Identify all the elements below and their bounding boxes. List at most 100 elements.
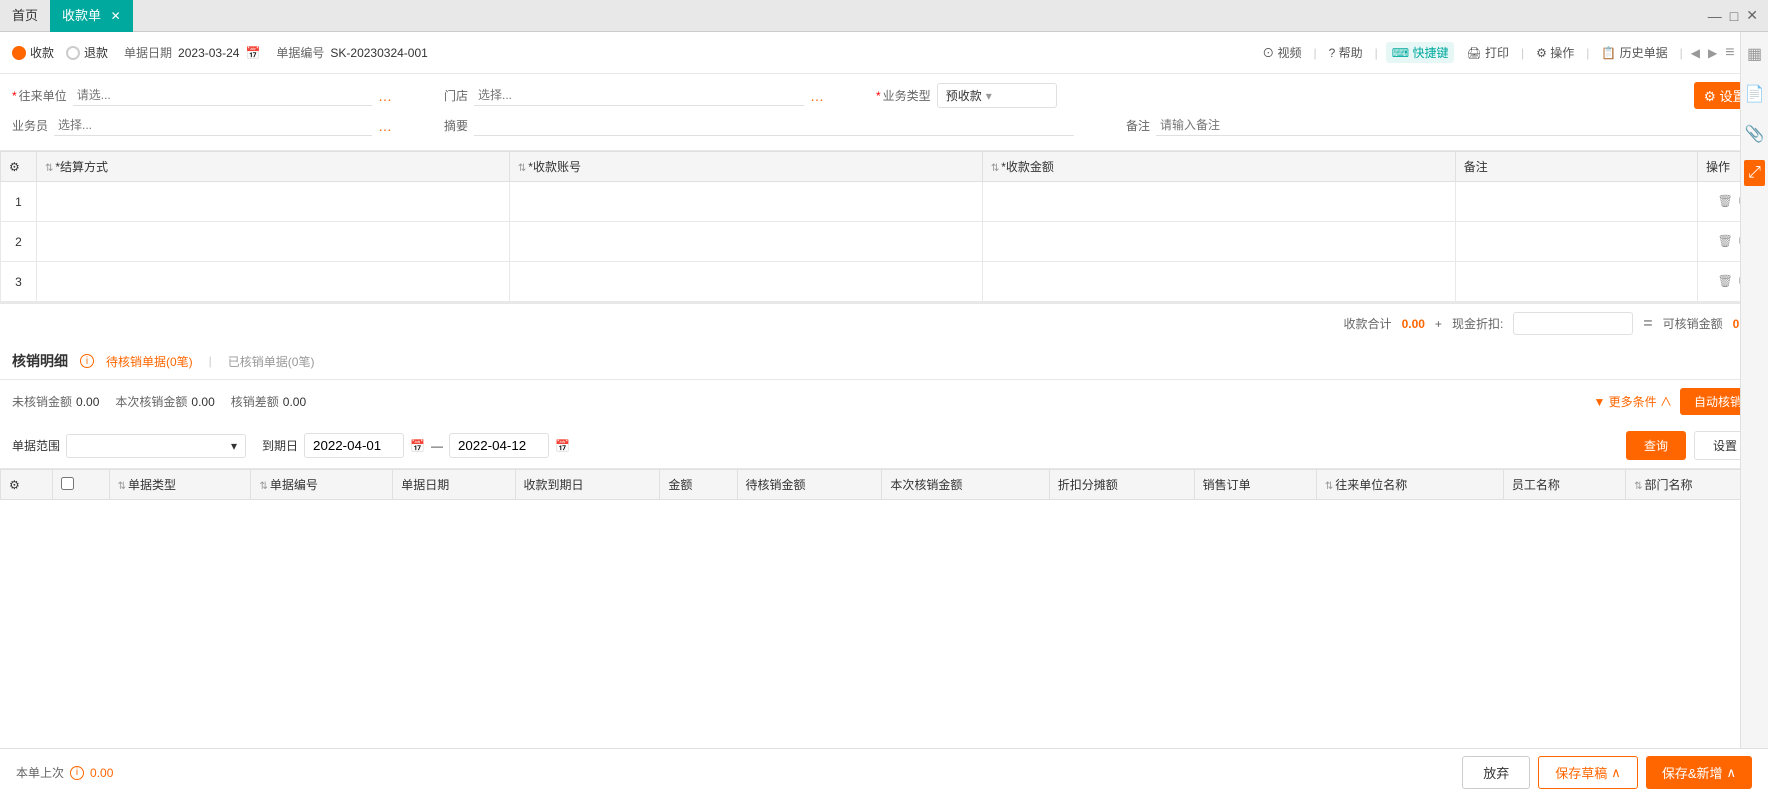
query-button[interactable]: 查询: [1626, 431, 1686, 460]
table-row: 1 🗑 ⧉: [1, 182, 1768, 222]
note-input[interactable]: [1156, 115, 1756, 136]
row3-amount[interactable]: [982, 262, 1455, 302]
side-doc-icon[interactable]: 📄: [1741, 80, 1768, 108]
counterparty-more-icon[interactable]: …: [378, 88, 392, 104]
help-btn[interactable]: ? 帮助: [1325, 42, 1367, 63]
plus-sign: +: [1435, 317, 1442, 331]
minimize-btn[interactable]: —: [1708, 8, 1722, 24]
layout-list-icon[interactable]: ≡: [1725, 44, 1734, 62]
nav-prev-icon[interactable]: ◀: [1691, 46, 1700, 60]
bottom-bar: 本单上次 i 0.00 放弃 保存草稿 ∧ 保存&新增 ∧: [0, 748, 1768, 796]
print-btn[interactable]: 🖨 打印: [1462, 42, 1513, 63]
video-btn[interactable]: ⊙ 视频: [1258, 42, 1305, 63]
side-attach-icon[interactable]: 📎: [1741, 120, 1768, 148]
row2-note[interactable]: [1455, 222, 1697, 262]
filter-row: 单据范围 ▾ 到期日 📅 — 📅 查询 设置: [0, 423, 1768, 469]
receipt-radio[interactable]: 收款: [12, 44, 54, 61]
main-table-section: ⚙ ⇅*结算方式 ⇅*收款账号 ⇅*收款金额 备注 操作 1: [0, 151, 1768, 303]
close-btn[interactable]: ✕: [1746, 7, 1758, 24]
save-draft-label: 保存草稿: [1555, 763, 1607, 782]
tab-done[interactable]: 已核销单据(0笔): [228, 353, 315, 370]
row2-settlement[interactable]: [37, 222, 510, 262]
uncanceled-value: 0.00: [76, 395, 99, 409]
refund-radio[interactable]: 退款: [66, 44, 108, 61]
staff-field: 业务员 …: [12, 115, 392, 136]
verify-info-icon[interactable]: i: [80, 354, 94, 368]
bottom-info: 本单上次 i 0.00: [16, 764, 113, 781]
table-row: 3 🗑 ⧉: [1, 262, 1768, 302]
side-table-icon[interactable]: ▦: [1743, 40, 1766, 68]
bth-discount: 折扣分摊额: [1049, 470, 1194, 500]
row3-settlement[interactable]: [37, 262, 510, 302]
th-note: 备注: [1455, 152, 1697, 182]
nav-next-icon[interactable]: ▶: [1708, 46, 1717, 60]
verify-section: 核销明细 i 待核销单据(0笔) | 已核销单据(0笔) 未核销金额 0.00 …: [0, 343, 1768, 796]
shop-more-icon[interactable]: …: [810, 88, 824, 104]
date-value[interactable]: 2023-03-24: [178, 46, 239, 60]
cal-to-icon[interactable]: 📅: [555, 439, 570, 453]
discount-input[interactable]: [1513, 312, 1633, 335]
bth-check: [53, 470, 109, 500]
shortcut-btn[interactable]: ⌨ 快捷键: [1386, 42, 1455, 63]
more-filter-btn[interactable]: ▼ 更多条件 ∧: [1593, 393, 1672, 410]
save-draft-arrow: ∧: [1611, 765, 1621, 781]
bottom-table: ⚙ ⇅单据类型 ⇅单据编号 单据日期 收款到期日 金额 待核销金额 本次核销金额…: [0, 469, 1768, 500]
main-content: 收款 退款 单据日期 2023-03-24 📅 单据编号 SK-20230324…: [0, 32, 1768, 796]
bth-counterparty: ⇅往来单位名称: [1316, 470, 1503, 500]
staff-more-icon[interactable]: …: [378, 118, 392, 134]
save-new-button[interactable]: 保存&新增 ∧: [1646, 756, 1752, 789]
row1-note[interactable]: [1455, 182, 1697, 222]
th-account: ⇅*收款账号: [509, 152, 982, 182]
row3-note[interactable]: [1455, 262, 1697, 302]
staff-input[interactable]: [54, 115, 372, 136]
row1-settlement[interactable]: [37, 182, 510, 222]
save-draft-button[interactable]: 保存草稿 ∧: [1538, 756, 1638, 789]
history-btn[interactable]: 📋 历史单据: [1597, 42, 1671, 63]
date-to-input[interactable]: [449, 433, 549, 458]
tab-receipt[interactable]: 收款单 ✕: [50, 0, 133, 32]
range-select[interactable]: ▾: [66, 434, 246, 458]
shop-input[interactable]: [474, 85, 804, 106]
tab-home[interactable]: 首页: [0, 0, 50, 32]
bth-gear[interactable]: ⚙: [1, 470, 53, 500]
tab-pending[interactable]: 待核销单据(0笔): [106, 353, 193, 370]
summary-input[interactable]: [474, 115, 1074, 136]
counterparty-input[interactable]: [73, 85, 372, 106]
note-field: 备注: [1126, 115, 1756, 136]
abandon-button[interactable]: 放弃: [1462, 756, 1530, 789]
th-gear[interactable]: ⚙: [1, 152, 37, 182]
date-from-input[interactable]: [304, 433, 404, 458]
counterparty-label: *往来单位: [12, 87, 67, 104]
row2-delete-icon[interactable]: 🗑: [1718, 234, 1733, 249]
cal-from-icon[interactable]: 📅: [410, 439, 425, 453]
doc-num-label: 单据编号: [276, 44, 324, 61]
row1-amount[interactable]: [982, 182, 1455, 222]
bottom-table-container: ⚙ ⇅单据类型 ⇅单据编号 单据日期 收款到期日 金额 待核销金额 本次核销金额…: [0, 469, 1768, 500]
row3-delete-icon[interactable]: 🗑: [1718, 274, 1733, 289]
note-label: 备注: [1126, 117, 1150, 134]
row3-account[interactable]: [509, 262, 982, 302]
select-all-checkbox[interactable]: [61, 477, 74, 490]
bth-current: 本次核销金额: [882, 470, 1049, 500]
verify-stats: 未核销金额 0.00 本次核销金额 0.00 核销差额 0.00 ▼ 更多条件 …: [0, 380, 1768, 423]
business-type-select[interactable]: 预收款 ▾: [937, 83, 1057, 108]
window-controls: — □ ✕: [1708, 7, 1768, 24]
side-expand-icon[interactable]: ⤢: [1744, 160, 1765, 186]
business-type-field: *业务类型 预收款 ▾: [876, 83, 1682, 108]
calendar-icon[interactable]: 📅: [245, 46, 260, 60]
tab-close-icon[interactable]: ✕: [111, 9, 121, 23]
row2-account[interactable]: [509, 222, 982, 262]
business-type-arrow: ▾: [986, 89, 992, 103]
prev-info-icon[interactable]: i: [70, 766, 84, 780]
maximize-btn[interactable]: □: [1730, 8, 1738, 24]
operation-btn[interactable]: ⚙ 操作: [1532, 42, 1578, 63]
save-new-label: 保存&新增: [1662, 763, 1723, 782]
refund-radio-circle: [66, 46, 80, 60]
verify-title: 核销明细: [12, 351, 68, 371]
toolbar-actions: ⊙ 视频 | ? 帮助 | ⌨ 快捷键 🖨 打印 | ⚙ 操作 | 📋 历史单据…: [1258, 42, 1756, 63]
row2-amount[interactable]: [982, 222, 1455, 262]
business-type-label: *业务类型: [876, 87, 931, 104]
row1-delete-icon[interactable]: 🗑: [1718, 194, 1733, 209]
row1-account[interactable]: [509, 182, 982, 222]
staff-label: 业务员: [12, 117, 48, 134]
